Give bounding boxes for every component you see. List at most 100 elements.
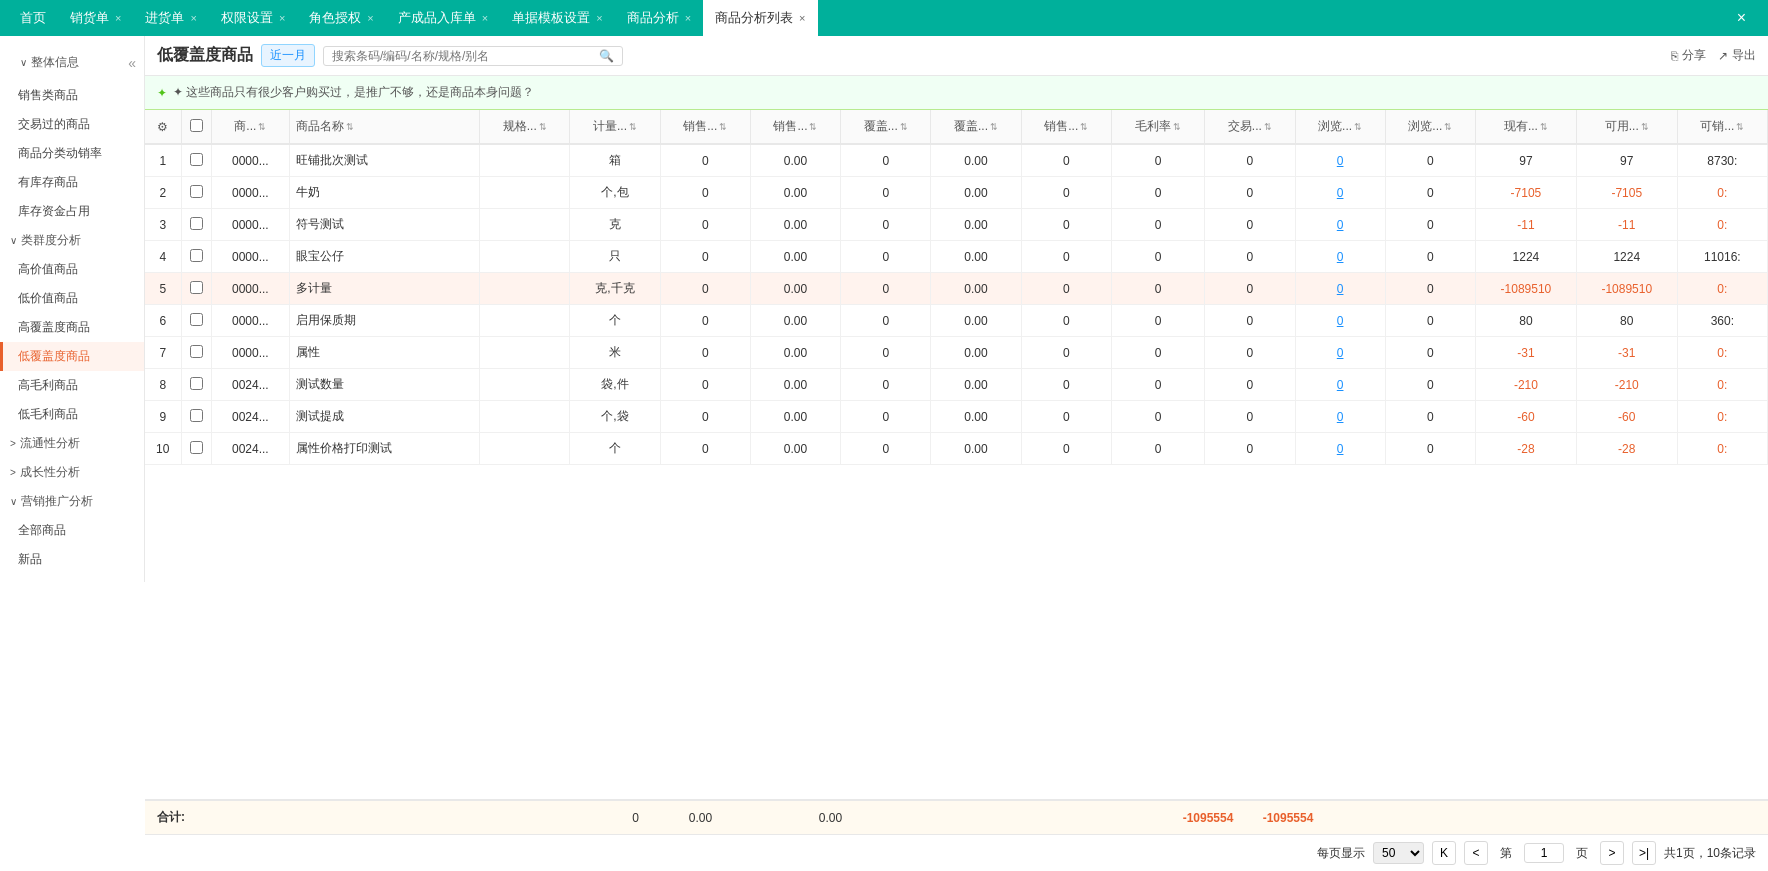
page-input[interactable] [1524, 843, 1564, 863]
nav-close-permission[interactable]: × [279, 12, 285, 24]
sidebar-section-growth[interactable]: > 成长性分析 [0, 458, 144, 487]
first-page-btn[interactable]: K [1432, 841, 1456, 865]
row-checkbox[interactable] [190, 345, 203, 358]
cell-b1[interactable]: 0 [1295, 273, 1385, 305]
cell-b1[interactable]: 0 [1295, 144, 1385, 177]
row-checkbox[interactable] [190, 185, 203, 198]
sidebar-section-marketing[interactable]: ∨ 营销推广分析 [0, 487, 144, 516]
search-icon[interactable]: 🔍 [599, 49, 614, 63]
row-checkbox[interactable] [190, 377, 203, 390]
nav-home[interactable]: 首页 [8, 0, 58, 36]
table-container[interactable]: ⚙ 商...⇅ 商品名称⇅ 规格...⇅ 计量...⇅ 销售...⇅ 销售...… [145, 110, 1768, 799]
row-checkbox[interactable] [190, 249, 203, 262]
row-checkbox[interactable] [190, 441, 203, 454]
cell-check[interactable] [181, 401, 211, 433]
cell-check[interactable] [181, 305, 211, 337]
sidebar-item-high-margin[interactable]: 高毛利商品 [0, 371, 144, 400]
nav-sales-order[interactable]: 销货单 × [58, 0, 133, 36]
col-header-current: 现有...⇅ [1476, 110, 1577, 144]
nav-permission[interactable]: 权限设置 × [209, 0, 297, 36]
sidebar-item-all-goods[interactable]: 全部商品 [0, 516, 144, 545]
nav-close-role[interactable]: × [367, 12, 373, 24]
cell-margin: 0 [1111, 369, 1204, 401]
cell-b1[interactable]: 0 [1295, 241, 1385, 273]
cell-b1[interactable]: 0 [1295, 401, 1385, 433]
select-all-checkbox[interactable] [190, 119, 203, 132]
sidebar-item-low-value[interactable]: 低价值商品 [0, 284, 144, 313]
cell-no: 2 [145, 177, 181, 209]
cell-s1: 0 [660, 209, 750, 241]
period-button[interactable]: 近一月 [261, 44, 315, 67]
search-input[interactable] [332, 49, 599, 63]
table-row: 5 0000... 多计量 克,千克 0 0.00 0 0.00 0 0 0 0… [145, 273, 1768, 305]
cell-check[interactable] [181, 241, 211, 273]
cell-b1[interactable]: 0 [1295, 369, 1385, 401]
row-checkbox[interactable] [190, 281, 203, 294]
cell-b1[interactable]: 0 [1295, 433, 1385, 465]
nav-close-product[interactable]: × [482, 12, 488, 24]
cell-s1: 0 [660, 144, 750, 177]
cell-check[interactable] [181, 177, 211, 209]
sidebar-section-liquidity[interactable]: > 流通性分析 [0, 429, 144, 458]
cell-check[interactable] [181, 209, 211, 241]
next-page-btn[interactable]: > [1600, 841, 1624, 865]
cell-check[interactable] [181, 144, 211, 177]
row-checkbox[interactable] [190, 313, 203, 326]
cell-check[interactable] [181, 369, 211, 401]
sidebar-collapse-btn[interactable]: « [128, 55, 136, 71]
table-row: 3 0000... 符号测试 克 0 0.00 0 0.00 0 0 0 0 0… [145, 209, 1768, 241]
window-close-btn[interactable]: × [1723, 9, 1760, 27]
cell-b2: 0 [1385, 305, 1475, 337]
nav-purchase[interactable]: 进货单 × [133, 0, 208, 36]
cell-saleable: 0: [1677, 177, 1767, 209]
sidebar-item-high-value[interactable]: 高价值商品 [0, 255, 144, 284]
nav-close-analysis[interactable]: × [685, 12, 691, 24]
cell-trade: 0 [1205, 401, 1295, 433]
nav-role[interactable]: 角色授权 × [297, 0, 385, 36]
share-button[interactable]: ⎘ 分享 [1671, 47, 1706, 64]
cell-trade: 0 [1205, 241, 1295, 273]
nav-product-inbound[interactable]: 产成品入库单 × [386, 0, 500, 36]
data-table: ⚙ 商...⇅ 商品名称⇅ 规格...⇅ 计量...⇅ 销售...⇅ 销售...… [145, 110, 1768, 465]
cell-unit: 个 [570, 433, 660, 465]
sidebar-item-low-coverage[interactable]: 低覆盖度商品 [0, 342, 144, 371]
sidebar-section-group[interactable]: ∨ 类群度分析 [0, 226, 144, 255]
cell-b1[interactable]: 0 [1295, 177, 1385, 209]
nav-template[interactable]: 单据模板设置 × [500, 0, 614, 36]
sidebar-item-sales-goods[interactable]: 销售类商品 [0, 81, 144, 110]
last-page-btn[interactable]: >| [1632, 841, 1656, 865]
row-checkbox[interactable] [190, 153, 203, 166]
cell-b1[interactable]: 0 [1295, 305, 1385, 337]
export-button[interactable]: ↗ 导出 [1718, 47, 1756, 64]
per-page-select[interactable]: 50 20 100 200 [1373, 842, 1424, 864]
sidebar-item-high-coverage[interactable]: 高覆盖度商品 [0, 313, 144, 342]
nav-product-analysis-list[interactable]: 商品分析列表 × [703, 0, 817, 36]
page-title: 低覆盖度商品 [157, 45, 253, 66]
cell-trade: 0 [1205, 337, 1295, 369]
cell-check[interactable] [181, 273, 211, 305]
nav-close-template[interactable]: × [596, 12, 602, 24]
nav-close-sales[interactable]: × [115, 12, 121, 24]
row-checkbox[interactable] [190, 409, 203, 422]
sidebar-item-low-margin[interactable]: 低毛利商品 [0, 400, 144, 429]
cell-b2: 0 [1385, 177, 1475, 209]
cell-check[interactable] [181, 337, 211, 369]
cell-b1[interactable]: 0 [1295, 337, 1385, 369]
cell-b1[interactable]: 0 [1295, 209, 1385, 241]
nav-close-purchase[interactable]: × [190, 12, 196, 24]
sidebar-item-new-goods[interactable]: 新品 [0, 545, 144, 574]
sidebar-item-in-stock[interactable]: 有库存商品 [0, 168, 144, 197]
row-checkbox[interactable] [190, 217, 203, 230]
prev-page-btn[interactable]: < [1464, 841, 1488, 865]
nav-product-analysis[interactable]: 商品分析 × [615, 0, 703, 36]
cell-code: 0000... [211, 273, 290, 305]
nav-close-analysis-list[interactable]: × [799, 12, 805, 24]
sidebar-item-capital[interactable]: 库存资金占用 [0, 197, 144, 226]
cell-no: 3 [145, 209, 181, 241]
sidebar-item-traded-goods[interactable]: 交易过的商品 [0, 110, 144, 139]
cell-check[interactable] [181, 433, 211, 465]
sidebar-section-overall[interactable]: ∨ 整体信息 [10, 48, 89, 77]
col-header-settings[interactable]: ⚙ [145, 110, 181, 144]
cell-unit: 克 [570, 209, 660, 241]
sidebar-item-category-rate[interactable]: 商品分类动销率 [0, 139, 144, 168]
